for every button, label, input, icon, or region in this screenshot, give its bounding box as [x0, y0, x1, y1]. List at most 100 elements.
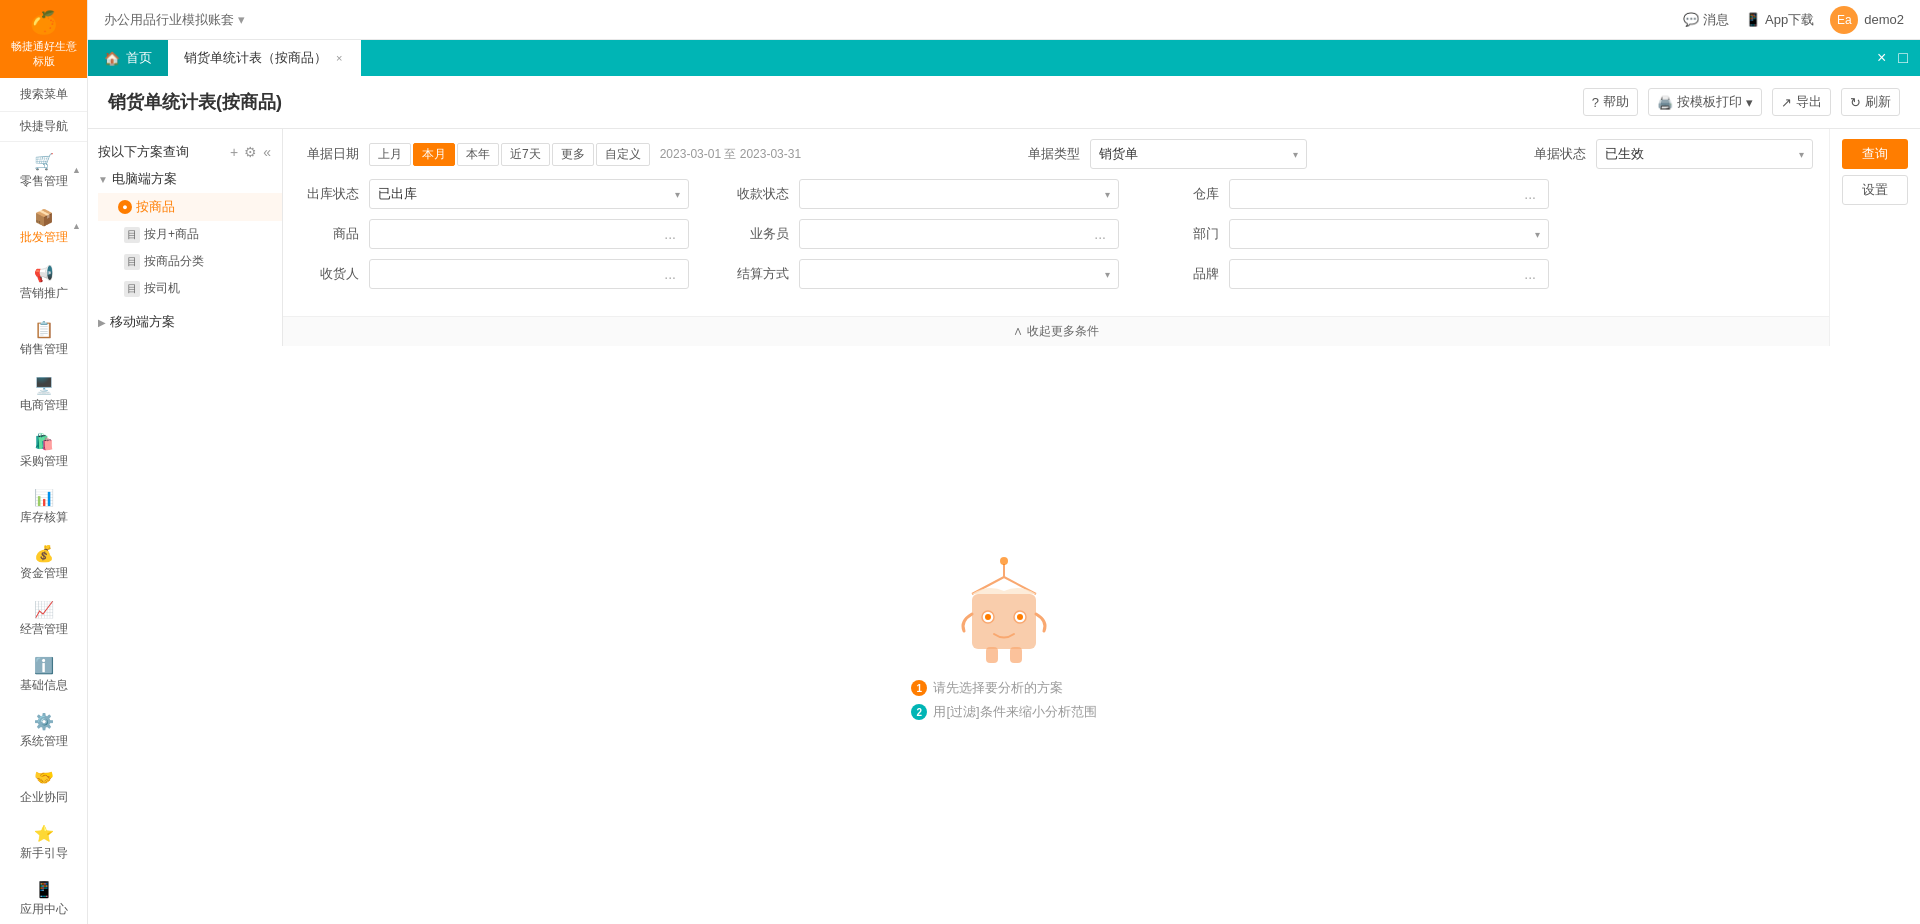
settings-scheme-icon[interactable]: ⚙ — [243, 143, 258, 161]
tree-mobile-section[interactable]: ▶ 移动端方案 — [88, 308, 282, 336]
sidebar-item-purchase[interactable]: 🛍️ 采购管理 — [0, 422, 87, 478]
doc-status-select[interactable]: 已生效 ▾ — [1596, 139, 1813, 169]
tab-home[interactable]: 🏠 首页 — [88, 40, 168, 76]
home-icon: 🏠 — [104, 51, 120, 66]
operations-label: 经营管理 — [20, 621, 68, 638]
brand-dots-icon[interactable]: ... — [1520, 266, 1540, 282]
user-profile-btn[interactable]: Ea demo2 — [1830, 6, 1904, 34]
inventory-icon: 📊 — [34, 488, 54, 507]
tree-item-goods-category[interactable]: 目 按商品分类 — [98, 248, 282, 275]
step-2-text: 用[过滤]条件来缩小分析范围 — [933, 703, 1096, 721]
sidebar-item-marketing[interactable]: 📢 营销推广 — [0, 254, 87, 310]
sidebar-item-basic-info[interactable]: ℹ️ 基础信息 — [0, 646, 87, 702]
user-initial: Ea — [1837, 13, 1852, 27]
sidebar-item-finance[interactable]: 💰 资金管理 — [0, 534, 87, 590]
staff-dots-icon[interactable]: ... — [1090, 226, 1110, 242]
sales-icon: 📋 — [34, 320, 54, 339]
date-year-btn[interactable]: 本年 — [457, 143, 499, 166]
warehouse-select[interactable]: ... — [1229, 179, 1549, 209]
sales-label: 销售管理 — [20, 341, 68, 358]
tabs-right-actions: × □ — [1873, 40, 1920, 76]
refresh-btn[interactable]: ↻ 刷新 — [1841, 88, 1900, 116]
sidebar-search-menu[interactable]: 搜索菜单 — [0, 78, 87, 112]
wholesale-icon: 📦 — [34, 208, 54, 227]
sidebar-item-inventory[interactable]: 📊 库存核算 — [0, 478, 87, 534]
sidebar-item-enterprise[interactable]: 🤝 企业协同 — [0, 758, 87, 814]
sidebar-item-operations[interactable]: 📈 经营管理 — [0, 590, 87, 646]
tree-item-label-month-goods: 按月+商品 — [144, 226, 199, 243]
system-icon: ⚙️ — [34, 712, 54, 731]
sidebar-logo[interactable]: 🍊 畅捷通好生意 标版 — [0, 0, 87, 78]
export-icon: ↗ — [1781, 95, 1792, 110]
export-btn[interactable]: ↗ 导出 — [1772, 88, 1831, 116]
svg-point-4 — [1017, 614, 1023, 620]
tab-minimize-btn[interactable]: × — [1873, 45, 1890, 71]
avatar: Ea — [1830, 6, 1858, 34]
collapse-btn[interactable]: ∧ 收起更多条件 — [283, 316, 1829, 346]
settle-select[interactable]: ▾ — [799, 259, 1119, 289]
empty-text: 1 请先选择要分析的方案 2 用[过滤]条件来缩小分析范围 — [911, 679, 1096, 721]
help-btn[interactable]: ? 帮助 — [1583, 88, 1638, 116]
date-prev-btn[interactable]: 上月 — [369, 143, 411, 166]
message-label: 消息 — [1703, 11, 1729, 29]
tree-pc-section[interactable]: ▼ 电脑端方案 — [88, 165, 282, 193]
sidebar-item-sales[interactable]: 📋 销售管理 — [0, 310, 87, 366]
svg-rect-8 — [1010, 647, 1022, 663]
receiver-dots-icon[interactable]: ... — [660, 266, 680, 282]
goods-select[interactable]: ... — [369, 219, 689, 249]
goods-dots-icon[interactable]: ... — [660, 226, 680, 242]
sidebar: 🍊 畅捷通好生意 标版 搜索菜单 快捷导航 🛒 零售管理 ▲ 📦 批发管理 ▲ … — [0, 0, 88, 924]
receiver-select[interactable]: ... — [369, 259, 689, 289]
topbar-title: 办公用品行业模拟账套 ▾ — [104, 11, 245, 29]
doc-type-select[interactable]: 销货单 ▾ — [1090, 139, 1307, 169]
warehouse-dots-icon[interactable]: ... — [1520, 186, 1540, 202]
message-btn[interactable]: 💬 消息 — [1683, 11, 1729, 29]
industry-arrow[interactable]: ▾ — [238, 12, 245, 27]
basic-info-icon: ℹ️ — [34, 656, 54, 675]
sidebar-item-ecommerce[interactable]: 🖥️ 电商管理 — [0, 366, 87, 422]
add-scheme-icon[interactable]: + — [229, 143, 239, 161]
date-label: 单据日期 — [299, 145, 359, 163]
sidebar-quick-nav[interactable]: 快捷导航 — [0, 112, 87, 142]
page-content: 销货单统计表(按商品) ? 帮助 🖨️ 按模板打印 ▾ ↗ 导出 ↻ 刷新 — [88, 76, 1920, 924]
doc-status-arrow-icon: ▾ — [1799, 149, 1804, 160]
svg-rect-0 — [972, 594, 1036, 649]
settings-btn[interactable]: 设置 — [1842, 175, 1908, 205]
receiver-label: 收货人 — [299, 265, 359, 283]
brand-select[interactable]: ... — [1229, 259, 1549, 289]
print-arrow-icon: ▾ — [1746, 95, 1753, 110]
payment-status-select[interactable]: ▾ — [799, 179, 1119, 209]
tab-maximize-btn[interactable]: □ — [1894, 45, 1912, 71]
sidebar-item-retail[interactable]: 🛒 零售管理 ▲ — [0, 142, 87, 198]
staff-select[interactable]: ... — [799, 219, 1119, 249]
sidebar-item-system[interactable]: ⚙️ 系统管理 — [0, 702, 87, 758]
app-download-btn[interactable]: 📱 App下载 — [1745, 11, 1814, 29]
tab-close-icon[interactable]: × — [333, 51, 345, 65]
inventory-label: 库存核算 — [20, 509, 68, 526]
collapse-panel-icon[interactable]: « — [262, 143, 272, 161]
purchase-icon: 🛍️ — [34, 432, 54, 451]
empty-illustration — [944, 549, 1064, 669]
dept-select[interactable]: ▾ — [1229, 219, 1549, 249]
dept-label: 部门 — [1159, 225, 1219, 243]
tree-item-driver[interactable]: 目 按司机 — [98, 275, 282, 302]
tree-item-month-goods[interactable]: 目 按月+商品 — [98, 221, 282, 248]
tab-active[interactable]: 销货单统计表（按商品） × — [168, 40, 361, 76]
date-current-btn[interactable]: 本月 — [413, 143, 455, 166]
mobile-expand-icon: ▶ — [98, 317, 106, 328]
date-more-btn[interactable]: 更多 — [552, 143, 594, 166]
sidebar-item-newbie[interactable]: ⭐ 新手引导 — [0, 814, 87, 870]
date-7days-btn[interactable]: 近7天 — [501, 143, 550, 166]
print-btn[interactable]: 🖨️ 按模板打印 ▾ — [1648, 88, 1762, 116]
date-custom-btn[interactable]: 自定义 — [596, 143, 650, 166]
sidebar-item-app-center[interactable]: 📱 应用中心 — [0, 870, 87, 924]
sidebar-item-wholesale[interactable]: 📦 批发管理 ▲ — [0, 198, 87, 254]
out-status-select[interactable]: 已出库 ▾ — [369, 179, 689, 209]
help-label: 帮助 — [1603, 93, 1629, 111]
quick-nav-label: 快捷导航 — [20, 119, 68, 133]
print-label: 按模板打印 — [1677, 93, 1742, 111]
export-label: 导出 — [1796, 93, 1822, 111]
tree-item-by-goods[interactable]: ● 按商品 — [98, 193, 282, 221]
topbar-right: 💬 消息 📱 App下载 Ea demo2 — [1683, 6, 1904, 34]
query-btn[interactable]: 查询 — [1842, 139, 1908, 169]
